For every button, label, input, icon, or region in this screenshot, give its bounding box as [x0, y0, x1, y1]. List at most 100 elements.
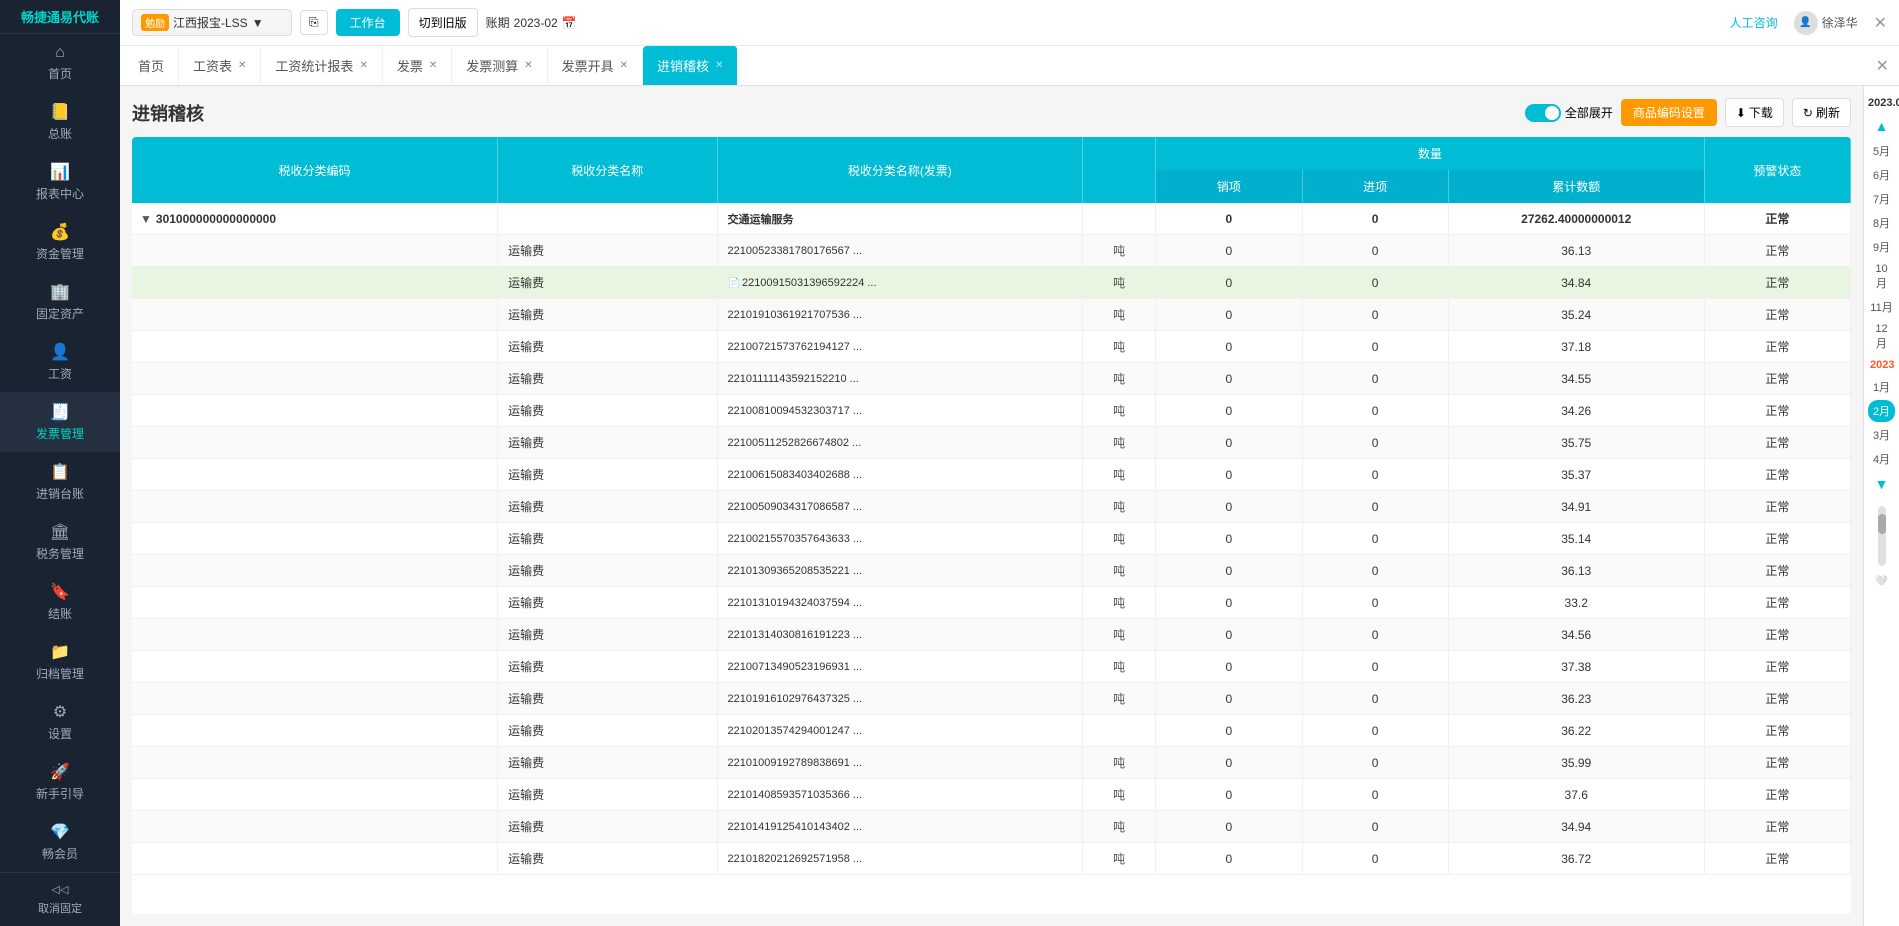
company-badge: 勉励 [141, 14, 169, 31]
sidebar-item-guide[interactable]: 🚀 新手引导 [0, 752, 120, 812]
nav-down-arrow[interactable]: ▼ [1868, 472, 1895, 496]
cell-total: 35.99 [1448, 747, 1704, 779]
tab-payroll-stats[interactable]: 工资统计报表 ✕ [261, 46, 382, 85]
month-item-8[interactable]: 8月 [1868, 212, 1895, 234]
table-row: 运输费 22101419125410143402 ... 吨 0 0 34.94… [132, 811, 1851, 843]
cell-code [132, 843, 498, 875]
month-item-3[interactable]: 3月 [1868, 424, 1895, 446]
cell-name: 运输费 [498, 235, 717, 267]
month-item-5[interactable]: 5月 [1868, 140, 1895, 162]
month-item-10[interactable]: 10月 [1868, 260, 1895, 294]
company-selector[interactable]: 勉励 江西报宝-LSS ▼ [132, 9, 292, 36]
cell-status: 正常 [1704, 747, 1850, 779]
cell-purchase: 0 [1302, 331, 1448, 363]
cell-status: 正常 [1704, 555, 1850, 587]
cell-status: 正常 [1704, 427, 1850, 459]
cell-name: 运输费 [498, 747, 717, 779]
tab-payroll-close[interactable]: ✕ [238, 60, 246, 71]
tab-home[interactable]: 首页 [124, 46, 179, 85]
calendar-icon: 📅 [562, 16, 577, 30]
sidebar-item-assets[interactable]: 🏢 固定资产 [0, 272, 120, 332]
cell-sale: 0 [1156, 491, 1302, 523]
sidebar-item-salary[interactable]: 👤 工资 [0, 332, 120, 392]
sidebar-item-reports[interactable]: 📊 报表中心 [0, 152, 120, 212]
user-avatar: 👤 徐泽华 [1794, 11, 1858, 35]
cell-name: 运输费 [498, 555, 717, 587]
table-row: 运输费 22100615083403402688 ... 吨 0 0 35.37… [132, 459, 1851, 491]
table-row: 运输费 22100511252826674802 ... 吨 0 0 35.75… [132, 427, 1851, 459]
scroll-heart-icon: 🤍 [1868, 576, 1895, 587]
cell-sale: 0 [1156, 523, 1302, 555]
tab-invoice-calc[interactable]: 发票测算 ✕ [452, 46, 547, 85]
tab-invoice-issue-close[interactable]: ✕ [620, 60, 628, 71]
sidebar-item-invoice[interactable]: 🧾 发票管理 [0, 392, 120, 452]
sidebar-item-finance[interactable]: 💰 资金管理 [0, 212, 120, 272]
data-table: 税收分类编码 税收分类名称 税收分类名称(发票) 数量 预警状态 销项 进项 累… [132, 137, 1851, 875]
month-item-9[interactable]: 9月 [1868, 236, 1895, 258]
sidebar-item-label: 发票管理 [36, 425, 84, 442]
month-item-11[interactable]: 11月 [1868, 296, 1895, 318]
toggle-track[interactable] [1525, 104, 1561, 122]
sidebar-item-ledger[interactable]: 📒 总账 [0, 92, 120, 152]
month-item-7[interactable]: 7月 [1868, 188, 1895, 210]
sidebar-item-tax[interactable]: 🏛 税务管理 [0, 512, 120, 572]
sidebar-item-settings[interactable]: ⚙ 设置 [0, 692, 120, 752]
cell-tag: 吨 [1083, 555, 1156, 587]
col-quantity-group: 数量 [1156, 137, 1704, 170]
cell-name: 运输费 [498, 331, 717, 363]
month-item-2-active[interactable]: 2月 [1868, 400, 1895, 422]
refresh-icon: ↻ [1803, 106, 1813, 120]
refresh-button[interactable]: ↻ 刷新 [1792, 98, 1851, 127]
product-setting-button[interactable]: 商品编码设置 [1621, 99, 1717, 126]
cell-status: 正常 [1704, 587, 1850, 619]
workbench-button[interactable]: 工作台 [336, 9, 400, 36]
sidebar-item-closing[interactable]: 🔖 结账 [0, 572, 120, 632]
switch-period-button[interactable]: 切到旧版 [408, 8, 478, 37]
sidebar-item-home[interactable]: ⌂ 首页 [0, 34, 120, 92]
cell-tag [1083, 203, 1156, 235]
cell-code [132, 395, 498, 427]
sidebar-item-member[interactable]: 💎 畅会员 [0, 812, 120, 872]
month-item-1[interactable]: 1月 [1868, 376, 1895, 398]
sidebar-item-archive[interactable]: 📁 归档管理 [0, 632, 120, 692]
col-total: 累计数额 [1448, 170, 1704, 203]
month-item-6[interactable]: 6月 [1868, 164, 1895, 186]
page-content: 进销稽核 全部展开 商品编码设置 ⬇ 下载 ↻ 刷 [120, 86, 1863, 926]
nav-up-arrow[interactable]: ▲ [1868, 114, 1895, 138]
cell-code [132, 363, 498, 395]
copy-button[interactable]: ⎘ [300, 10, 328, 35]
sales-icon: 📋 [50, 462, 70, 482]
sidebar-unpin[interactable]: ◁◁ 取消固定 [0, 872, 120, 926]
tab-invoice-close[interactable]: ✕ [429, 60, 437, 71]
month-item-12[interactable]: 12月 [1868, 320, 1895, 354]
tab-payroll-stats-close[interactable]: ✕ [359, 60, 367, 71]
cell-tag: 吨 [1083, 779, 1156, 811]
cell-purchase: 0 [1302, 459, 1448, 491]
sidebar-item-sales[interactable]: 📋 进销台账 [0, 452, 120, 512]
cell-name: 运输费 [498, 299, 717, 331]
tab-invoice-calc-close[interactable]: ✕ [524, 60, 532, 71]
cell-name: 运输费 [498, 779, 717, 811]
tab-close-all[interactable]: ✕ [1866, 46, 1899, 85]
tab-invoice-issue[interactable]: 发票开具 ✕ [548, 46, 643, 85]
page-title: 进销稽核 [132, 100, 204, 126]
tab-reconcile-close[interactable]: ✕ [715, 60, 723, 71]
topbar-close-icon[interactable]: ✕ [1874, 13, 1887, 33]
tab-reconcile[interactable]: 进销稽核 ✕ [643, 46, 738, 85]
cell-sale: 0 [1156, 427, 1302, 459]
cell-code [132, 331, 498, 363]
cell-tag: 吨 [1083, 363, 1156, 395]
month-item-4[interactable]: 4月 [1868, 448, 1895, 470]
cell-total: 36.22 [1448, 715, 1704, 747]
tab-invoice[interactable]: 发票 ✕ [383, 46, 452, 85]
expand-toggle[interactable]: 全部展开 [1525, 104, 1613, 122]
tab-payroll[interactable]: 工资表 ✕ [179, 46, 261, 85]
cell-sale: 0 [1156, 331, 1302, 363]
download-button[interactable]: ⬇ 下载 [1725, 98, 1784, 127]
cell-total: 35.14 [1448, 523, 1704, 555]
cell-sale: 0 [1156, 587, 1302, 619]
cell-status: 正常 [1704, 331, 1850, 363]
cell-tag: 吨 [1083, 459, 1156, 491]
support-link[interactable]: 人工咨询 [1730, 14, 1778, 31]
app-logo: 畅捷通易代账 [0, 0, 120, 34]
